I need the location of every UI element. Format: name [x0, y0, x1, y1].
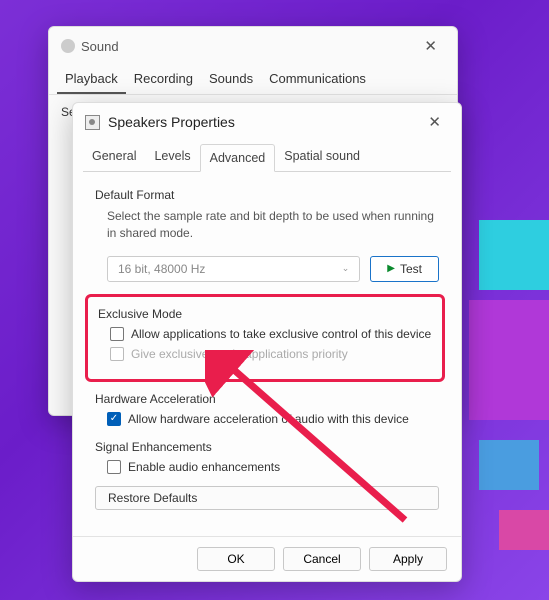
default-format-title: Default Format: [95, 188, 439, 202]
tab-sounds[interactable]: Sounds: [201, 65, 261, 94]
exclusive-mode-title: Exclusive Mode: [88, 307, 442, 321]
enable-audio-label: Enable audio enhancements: [128, 460, 280, 474]
priority-checkbox: [110, 347, 124, 361]
tab-advanced[interactable]: Advanced: [200, 144, 276, 172]
close-icon[interactable]: ✕: [420, 111, 449, 133]
default-format-desc: Select the sample rate and bit depth to …: [107, 208, 439, 242]
exclusive-mode-highlight: Exclusive Mode Allow applications to tak…: [85, 294, 445, 382]
chevron-down-icon: ⌄: [342, 263, 350, 274]
tab-playback[interactable]: Playback: [57, 65, 126, 94]
test-label: Test: [400, 262, 422, 276]
sound-title: Sound: [81, 39, 119, 54]
enable-audio-row[interactable]: Enable audio enhancements: [107, 460, 439, 474]
speakers-title: Speakers Properties: [108, 114, 235, 130]
sound-titlebar: Sound ✕: [49, 27, 457, 65]
enable-audio-checkbox[interactable]: [107, 460, 121, 474]
sound-icon: [61, 39, 75, 53]
allow-hw-row[interactable]: Allow hardware acceleration of audio wit…: [107, 412, 439, 426]
allow-exclusive-row[interactable]: Allow applications to take exclusive con…: [110, 327, 442, 341]
allow-exclusive-label: Allow applications to take exclusive con…: [131, 327, 431, 341]
tab-spatial-sound[interactable]: Spatial sound: [275, 143, 369, 171]
priority-row: Give exclusive mode applications priorit…: [110, 347, 442, 361]
tab-levels[interactable]: Levels: [145, 143, 199, 171]
sound-tabs: Playback Recording Sounds Communications: [49, 65, 457, 95]
sample-rate-value: 16 bit, 48000 Hz: [118, 262, 205, 276]
restore-defaults-button[interactable]: Restore Defaults: [95, 486, 439, 510]
tab-communications[interactable]: Communications: [261, 65, 374, 94]
signal-enhancements-title: Signal Enhancements: [95, 440, 439, 454]
speakers-properties-window: Speakers Properties ✕ General Levels Adv…: [72, 102, 462, 582]
tab-general[interactable]: General: [83, 143, 145, 171]
allow-hw-label: Allow hardware acceleration of audio wit…: [128, 412, 409, 426]
test-button[interactable]: ▶ Test: [370, 256, 439, 282]
advanced-panel: Default Format Select the sample rate an…: [73, 172, 461, 510]
tab-recording[interactable]: Recording: [126, 65, 201, 94]
apply-button[interactable]: Apply: [369, 547, 447, 571]
close-icon[interactable]: ✕: [416, 35, 445, 57]
allow-exclusive-checkbox[interactable]: [110, 327, 124, 341]
cancel-button[interactable]: Cancel: [283, 547, 361, 571]
speaker-icon: [85, 115, 100, 130]
speakers-titlebar: Speakers Properties ✕: [73, 103, 461, 141]
hardware-acceleration-title: Hardware Acceleration: [95, 392, 439, 406]
priority-label: Give exclusive mode applications priorit…: [131, 347, 348, 361]
sample-rate-dropdown[interactable]: 16 bit, 48000 Hz ⌄: [107, 256, 360, 282]
button-bar: OK Cancel Apply: [73, 536, 461, 581]
play-icon: ▶: [387, 263, 395, 274]
speakers-tabs: General Levels Advanced Spatial sound: [73, 141, 461, 171]
allow-hw-checkbox[interactable]: [107, 412, 121, 426]
ok-button[interactable]: OK: [197, 547, 275, 571]
background-shapes: [459, 160, 549, 540]
